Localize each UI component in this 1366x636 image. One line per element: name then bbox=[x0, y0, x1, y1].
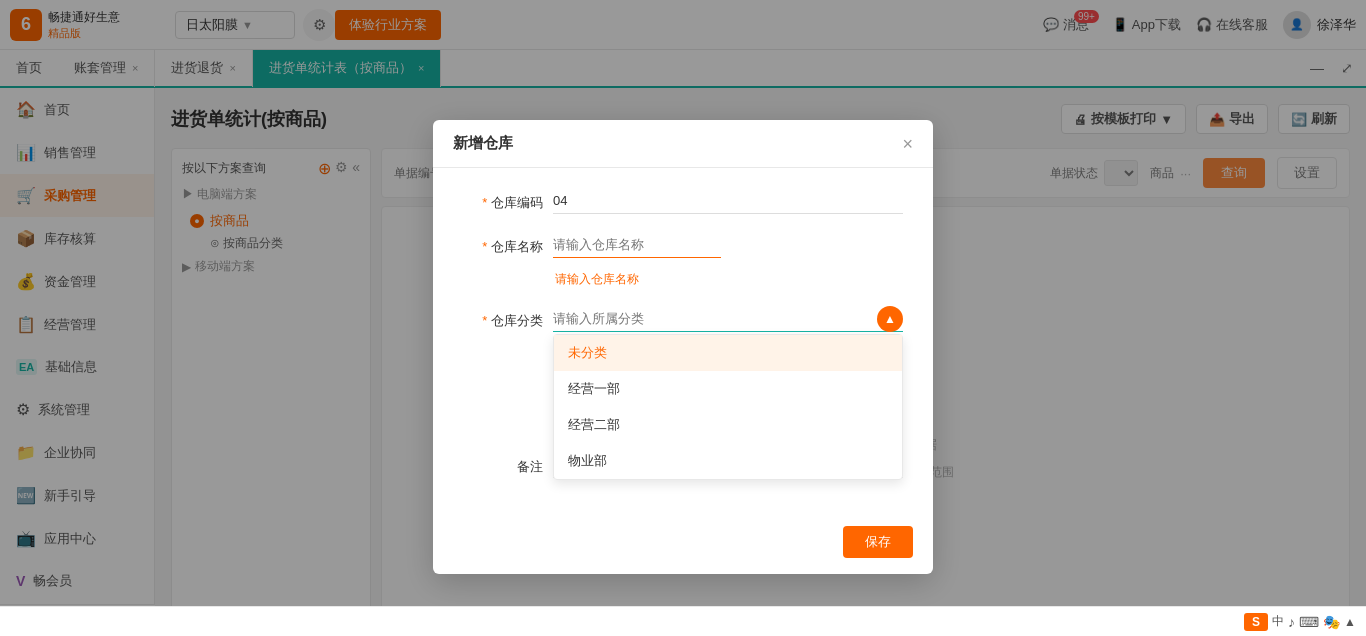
face-icon[interactable]: 🎭 bbox=[1323, 614, 1340, 630]
modal-title: 新增仓库 bbox=[453, 134, 513, 153]
category-toggle-button[interactable]: ▲ bbox=[877, 306, 903, 332]
modal-header: 新增仓库 × bbox=[433, 120, 933, 168]
modal-footer: 保存 bbox=[433, 516, 933, 574]
warehouse-code-input[interactable] bbox=[553, 188, 903, 214]
new-warehouse-modal: 新增仓库 × 仓库编码 仓库名称 请输入仓库名称 bbox=[433, 120, 933, 574]
save-button[interactable]: 保存 bbox=[843, 526, 913, 558]
category-field-row: 仓库分类 ▲ 未分类 经营一部 经营二部 物业部 bbox=[463, 306, 903, 332]
category-label: 仓库分类 bbox=[463, 306, 543, 330]
name-field-row: 仓库名称 请输入仓库名称 bbox=[463, 232, 903, 288]
modal-close-button[interactable]: × bbox=[902, 135, 913, 153]
code-label: 仓库编码 bbox=[463, 188, 543, 212]
modal-body: 仓库编码 仓库名称 请输入仓库名称 仓库分类 bbox=[433, 168, 933, 516]
code-field-row: 仓库编码 bbox=[463, 188, 903, 214]
category-dropdown: 未分类 经营一部 经营二部 物业部 bbox=[553, 334, 903, 480]
chevron-up-icon[interactable]: ▲ bbox=[1344, 615, 1356, 629]
keyboard-icon[interactable]: ⌨ bbox=[1299, 614, 1319, 630]
lang-switch[interactable]: 中 bbox=[1272, 613, 1284, 630]
name-label: 仓库名称 bbox=[463, 232, 543, 258]
dropdown-item-uncategorized[interactable]: 未分类 bbox=[554, 335, 902, 371]
dropdown-item-dept2[interactable]: 经营二部 bbox=[554, 407, 902, 443]
name-error-msg: 请输入仓库名称 bbox=[555, 272, 639, 286]
brand-logo-bottom: S bbox=[1244, 613, 1268, 631]
warehouse-name-input[interactable] bbox=[553, 232, 721, 258]
note-label: 备注 bbox=[463, 452, 543, 476]
category-input[interactable] bbox=[553, 306, 903, 332]
status-bar: S 中 ♪ ⌨ 🎭 ▲ bbox=[0, 606, 1366, 636]
dropdown-item-property[interactable]: 物业部 bbox=[554, 443, 902, 479]
audio-icon[interactable]: ♪ bbox=[1288, 614, 1295, 630]
dropdown-item-dept1[interactable]: 经营一部 bbox=[554, 371, 902, 407]
modal-overlay: 新增仓库 × 仓库编码 仓库名称 请输入仓库名称 bbox=[0, 0, 1366, 636]
